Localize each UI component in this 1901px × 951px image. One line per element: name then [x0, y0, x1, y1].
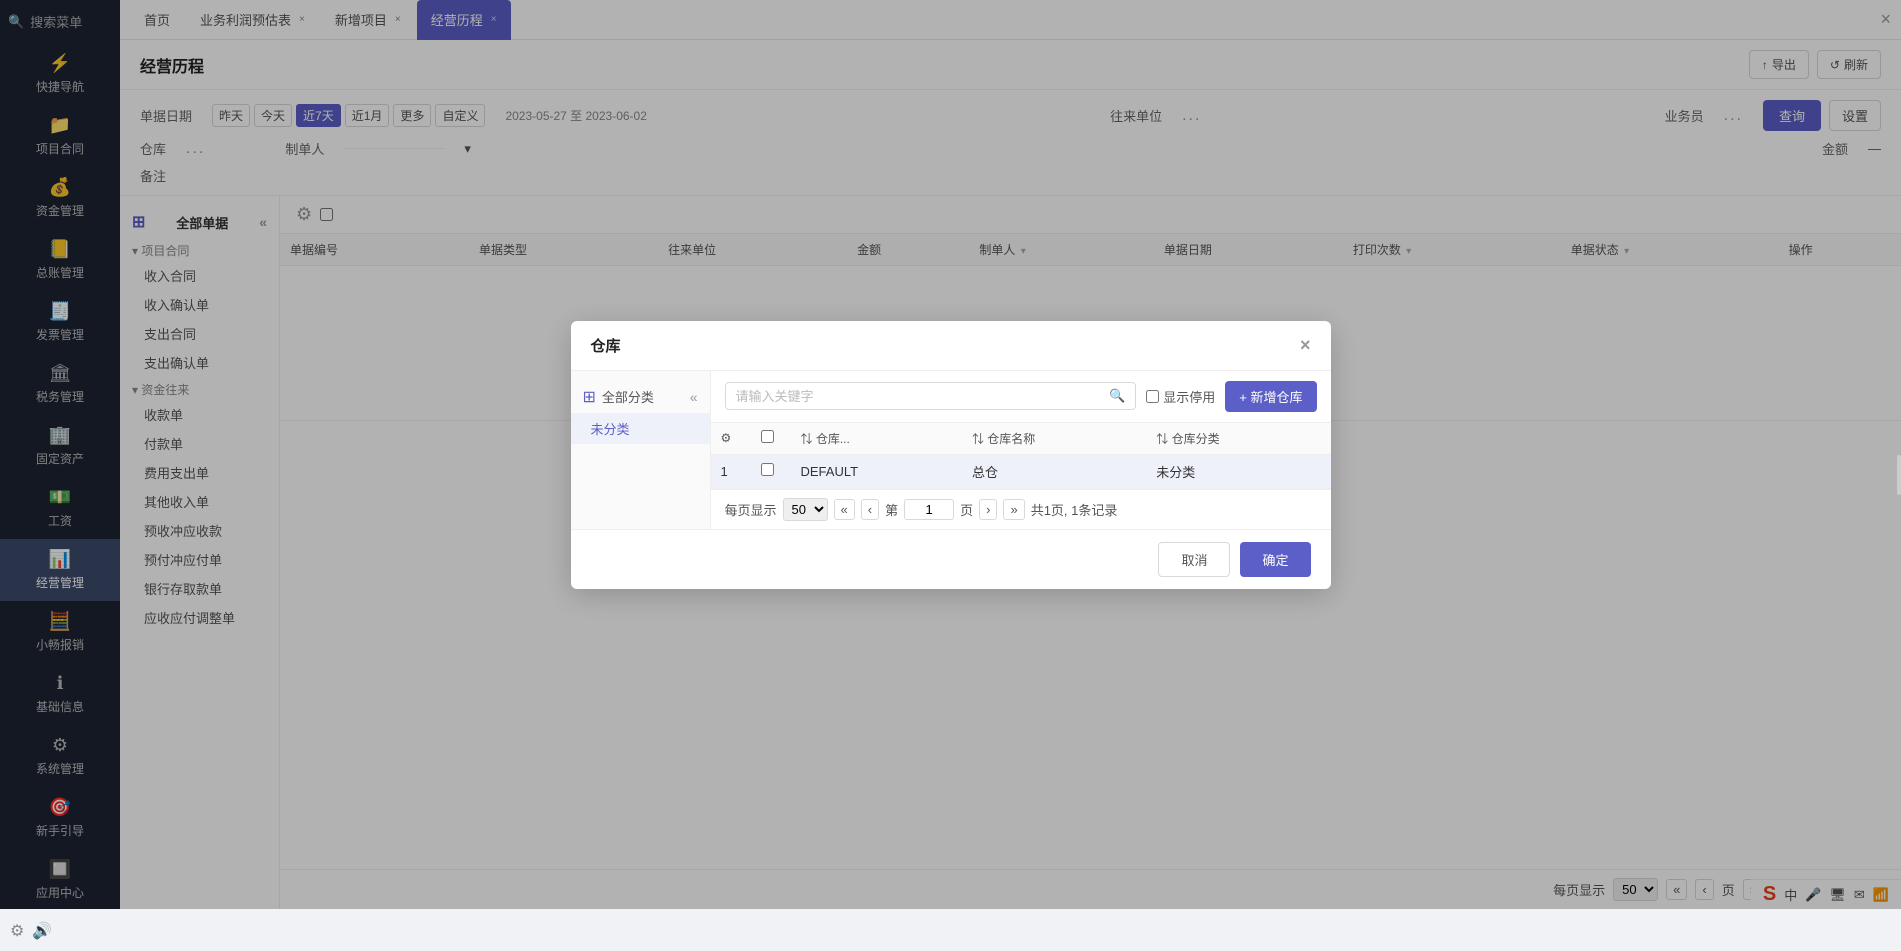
modal-left-nav: ⊞ 全部分类 « 未分类 [571, 371, 711, 529]
modal-col-name: ⇅ 仓库名称 [962, 423, 1146, 455]
modal-col-checkbox [751, 423, 791, 455]
modal-col-category: ⇅ 仓库分类 [1146, 423, 1330, 455]
modal-page-input[interactable] [904, 499, 954, 520]
modal-search-icon[interactable]: 🔍 [1109, 388, 1125, 404]
modal-toolbar: 🔍 显示停用 + 新增仓库 [711, 371, 1331, 423]
modal-page-size-select[interactable]: 50 [783, 498, 828, 521]
modal-col-code: ⇅ 仓库... [791, 423, 962, 455]
modal-header: 仓库 × [571, 321, 1331, 371]
modal-row-category: 未分类 [1146, 454, 1330, 488]
modal-first-page-btn[interactable]: « [834, 499, 855, 520]
modal-last-page-btn[interactable]: » [1003, 499, 1024, 520]
modal-select-all[interactable] [761, 430, 774, 443]
add-warehouse-button[interactable]: + 新增仓库 [1225, 381, 1316, 412]
show-disabled-checkbox[interactable]: 显示停用 [1146, 387, 1215, 406]
modal-body: ⊞ 全部分类 « 未分类 🔍 [571, 371, 1331, 529]
modal-next-page-btn[interactable]: › [979, 499, 997, 520]
grid-icon: ⊞ [583, 387, 596, 407]
modal-left-all[interactable]: ⊞ 全部分类 « [571, 381, 710, 413]
modal-per-page-label: 每页显示 [725, 500, 777, 519]
modal-row-check[interactable] [761, 463, 774, 476]
modal-footer: 每页显示 50 « ‹ 第 页 › » 共1页, 1条记录 [711, 489, 1331, 529]
sort-icon2: ⇅ [972, 432, 984, 446]
modal-actions: 取消 确定 [571, 529, 1331, 589]
modal-prev-page-btn[interactable]: ‹ [861, 499, 879, 520]
modal-table-wrapper: ⚙ ⇅ 仓库... ⇅ 仓库名称 [711, 423, 1331, 489]
modal-pagination: 每页显示 50 « ‹ 第 页 › » 共1页, 1条记录 [725, 498, 1118, 521]
modal-search-wrapper: 🔍 [725, 382, 1137, 410]
modal-close-icon[interactable]: × [1300, 335, 1311, 356]
modal-title: 仓库 [591, 335, 621, 356]
show-disabled-label: 显示停用 [1163, 387, 1215, 406]
modal-overlay: 仓库 × ⊞ 全部分类 « 未分类 [0, 0, 1901, 909]
modal-table-row[interactable]: 1 DEFAULT 总仓 未分类 [711, 454, 1331, 488]
show-disabled-input[interactable] [1146, 390, 1159, 403]
warehouse-modal: 仓库 × ⊞ 全部分类 « 未分类 [571, 321, 1331, 589]
sort-icon3: ⇅ [1156, 432, 1168, 446]
modal-collapse-icon[interactable]: « [690, 389, 698, 405]
modal-left-uncategorized[interactable]: 未分类 [571, 413, 710, 444]
modal-warehouse-table: ⚙ ⇅ 仓库... ⇅ 仓库名称 [711, 423, 1331, 489]
modal-right: 🔍 显示停用 + 新增仓库 ⚙ [711, 371, 1331, 529]
modal-confirm-button[interactable]: 确定 [1240, 542, 1310, 577]
modal-row-name: 总仓 [962, 454, 1146, 488]
modal-page-label2: 页 [960, 500, 973, 519]
modal-left-all-label: 全部分类 [602, 387, 654, 406]
modal-row-num: 1 [711, 454, 751, 488]
volume-icon[interactable]: 🔊 [32, 921, 52, 941]
modal-row-checkbox[interactable] [751, 454, 791, 488]
modal-col-settings: ⚙ [711, 423, 751, 455]
sidebar-bottom: ⚙ 🔊 [0, 911, 120, 951]
modal-cancel-button[interactable]: 取消 [1158, 542, 1230, 577]
modal-page-label: 第 [885, 500, 898, 519]
modal-total: 共1页, 1条记录 [1031, 500, 1118, 519]
sort-icon: ⇅ [801, 432, 813, 446]
settings-icon[interactable]: ⚙ [10, 921, 24, 941]
modal-uncategorized-label: 未分类 [591, 422, 630, 437]
modal-row-code: DEFAULT [791, 454, 962, 488]
modal-search-input[interactable] [736, 389, 1104, 404]
